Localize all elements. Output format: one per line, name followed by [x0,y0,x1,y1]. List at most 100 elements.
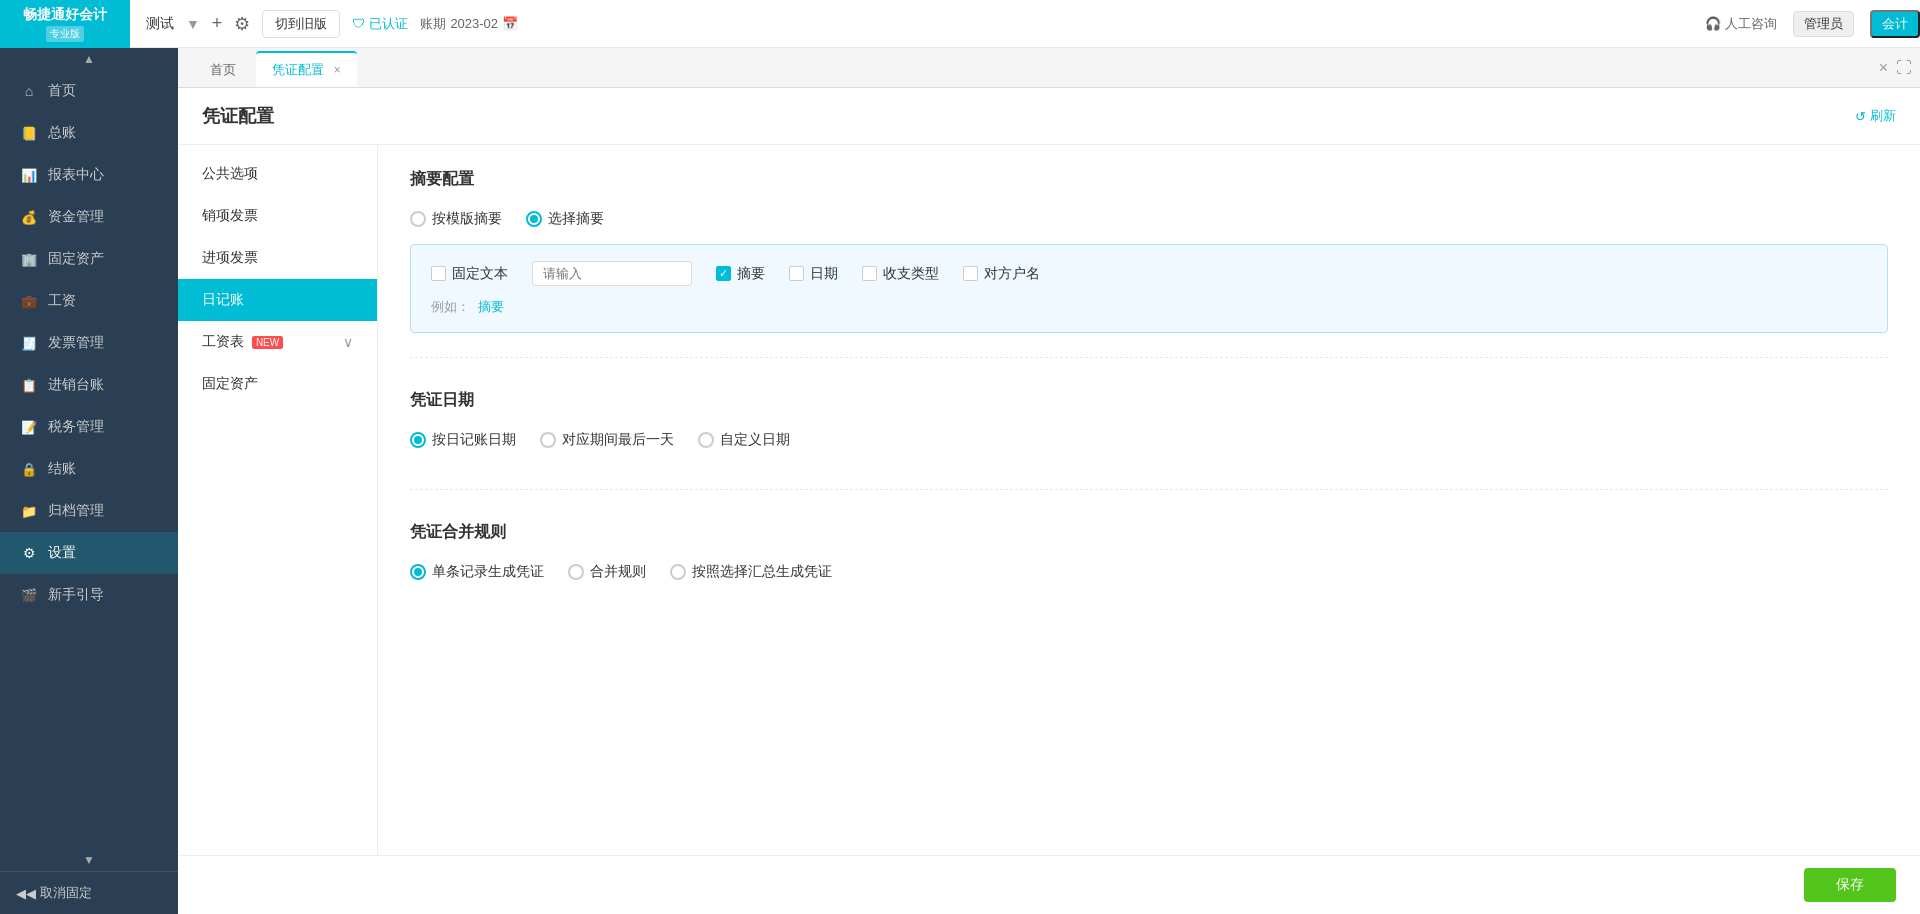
sidebar-label-trade: 进销台账 [48,376,104,394]
left-nav-label-public: 公共选项 [202,165,258,181]
date-radio-last-label: 对应期间最后一天 [562,431,674,449]
left-nav-item-journal[interactable]: 日记账 [178,279,377,321]
page-header: 凭证配置 ↺ 刷新 [178,88,1920,145]
date-radio-journal[interactable]: 按日记账日期 [410,431,516,449]
sidebar-menu: ⌂ 首页 📒 总账 📊 报表中心 💰 资金管理 [0,70,178,849]
page-title: 凭证配置 [202,104,274,128]
tabs-bar: 首页 凭证配置 × × ⛶ [178,48,1920,88]
sidebar-label-settings: 设置 [48,544,76,562]
sidebar-item-report[interactable]: 📊 报表中心 [0,154,178,196]
sidebar-item-settings[interactable]: ⚙ 设置 [0,532,178,574]
date-radio-custom-label: 自定义日期 [720,431,790,449]
fixed-text-input[interactable] [532,261,692,286]
date-radio-last[interactable]: 对应期间最后一天 [540,431,674,449]
add-icon[interactable]: + [212,13,223,34]
summary-checkbox[interactable]: ✓ 摘要 [716,265,765,283]
save-button[interactable]: 保存 [1804,868,1896,902]
sidebar-item-home[interactable]: ⌂ 首页 [0,70,178,112]
left-nav-label-payroll: 工资表 NEW [202,333,283,351]
settings-icon[interactable]: ⚙ [234,13,250,35]
refresh-icon: ↺ [1855,109,1866,124]
sidebar-item-archive[interactable]: 📁 归档管理 [0,490,178,532]
income-type-checkbox[interactable]: 收支类型 [862,265,939,283]
sidebar-bottom: ◀◀ 取消固定 [0,871,178,914]
cancel-fixed-label: 取消固定 [40,884,92,902]
merge-section-title: 凭证合并规则 [410,522,1888,543]
sidebar-label-asset: 固定资产 [48,250,104,268]
guide-icon: 🎬 [20,586,38,604]
summary-radio-select-circle [526,211,542,227]
refresh-button[interactable]: ↺ 刷新 [1855,107,1896,125]
chevron-left-icon: ◀◀ [16,886,36,901]
merge-radio-single[interactable]: 单条记录生成凭证 [410,563,544,581]
summary-checkbox-box: ✓ [716,266,731,281]
sidebar-item-fund[interactable]: 💰 资金管理 [0,196,178,238]
date-checkbox-box [789,266,804,281]
left-nav-item-sales-invoice[interactable]: 销项发票 [178,195,377,237]
summary-checkbox-label: 摘要 [737,265,765,283]
sidebar-item-asset[interactable]: 🏢 固定资产 [0,238,178,280]
left-nav-item-public[interactable]: 公共选项 [178,153,377,195]
dropdown-icon[interactable]: ▼ [186,16,200,32]
sidebar: ▲ ⌂ 首页 📒 总账 📊 报表中心 💰 [0,48,178,914]
merge-section: 凭证合并规则 单条记录生成凭证 合并规则 [410,522,1888,621]
consult-button[interactable]: 🎧 人工咨询 [1705,15,1777,33]
settings-sidebar-icon: ⚙ [20,544,38,562]
logo-area: 畅捷通好会计 专业版 [0,0,130,48]
fixed-text-checkbox[interactable]: 固定文本 [431,265,508,283]
sidebar-item-salary[interactable]: 💼 工资 [0,280,178,322]
merge-radio-aggregate[interactable]: 按照选择汇总生成凭证 [670,563,832,581]
merge-radio-aggregate-circle [670,564,686,580]
accountant-button[interactable]: 会计 [1870,10,1920,38]
date-checkbox[interactable]: 日期 [789,265,838,283]
sidebar-label-archive: 归档管理 [48,502,104,520]
report-icon: 📊 [20,166,38,184]
shield-icon: 🛡 [352,16,365,31]
close-window-icon[interactable]: × [1879,59,1888,77]
scroll-up-arrow[interactable]: ▲ [0,48,178,70]
left-nav-item-fixed-asset[interactable]: 固定资产 [178,363,377,405]
home-icon: ⌂ [20,82,38,100]
summary-radio-select[interactable]: 选择摘要 [526,210,604,228]
top-nav: 测试 ▼ + ⚙ 切到旧版 🛡 已认证 账期 2023-02 📅 [130,10,1705,38]
consult-label: 人工咨询 [1725,15,1777,33]
sidebar-item-guide[interactable]: 🎬 新手引导 [0,574,178,616]
left-nav: 公共选项 销项发票 进项发票 日记账 [178,145,378,914]
sidebar-item-close-account[interactable]: 🔒 结账 [0,448,178,490]
date-radio-group: 按日记账日期 对应期间最后一天 自定义日期 [410,431,1888,449]
sidebar-item-trade[interactable]: 📋 进销台账 [0,364,178,406]
date-section-title: 凭证日期 [410,390,1888,411]
calendar-icon[interactable]: 📅 [502,16,518,31]
tab-voucher-config[interactable]: 凭证配置 × [256,51,357,87]
ledger-icon: 📒 [20,124,38,142]
example-prefix: 例如： [431,299,470,314]
sidebar-item-ledger[interactable]: 📒 总账 [0,112,178,154]
close-account-icon: 🔒 [20,460,38,478]
tab-voucher-label: 凭证配置 [272,62,324,77]
left-nav-item-payroll[interactable]: 工资表 NEW ∨ [178,321,377,363]
summary-radio-template[interactable]: 按模版摘要 [410,210,502,228]
save-bar: 保存 [178,855,1920,914]
left-nav-label-fixed-asset: 固定资产 [202,375,258,391]
merge-radio-rule[interactable]: 合并规则 [568,563,646,581]
tab-close-icon[interactable]: × [334,63,341,77]
counterpart-label: 对方户名 [984,265,1040,283]
manager-button[interactable]: 管理员 [1793,11,1854,37]
left-nav-label-journal: 日记账 [202,291,244,307]
window-controls: × ⛶ [1879,59,1912,77]
scroll-down-arrow[interactable]: ▼ [0,849,178,871]
expand-window-icon[interactable]: ⛶ [1896,59,1912,77]
date-radio-custom[interactable]: 自定义日期 [698,431,790,449]
sidebar-item-invoice[interactable]: 🧾 发票管理 [0,322,178,364]
counterpart-checkbox[interactable]: 对方户名 [963,265,1040,283]
tab-home[interactable]: 首页 [194,53,252,87]
left-nav-item-purchase-invoice[interactable]: 进项发票 [178,237,377,279]
sidebar-label-invoice: 发票管理 [48,334,104,352]
sidebar-label-ledger: 总账 [48,124,76,142]
date-radio-custom-circle [698,432,714,448]
cancel-fixed-button[interactable]: ◀◀ 取消固定 [16,884,162,902]
switch-old-btn[interactable]: 切到旧版 [262,10,340,38]
fixed-text-label: 固定文本 [452,265,508,283]
archive-icon: 📁 [20,502,38,520]
sidebar-item-tax[interactable]: 📝 税务管理 [0,406,178,448]
